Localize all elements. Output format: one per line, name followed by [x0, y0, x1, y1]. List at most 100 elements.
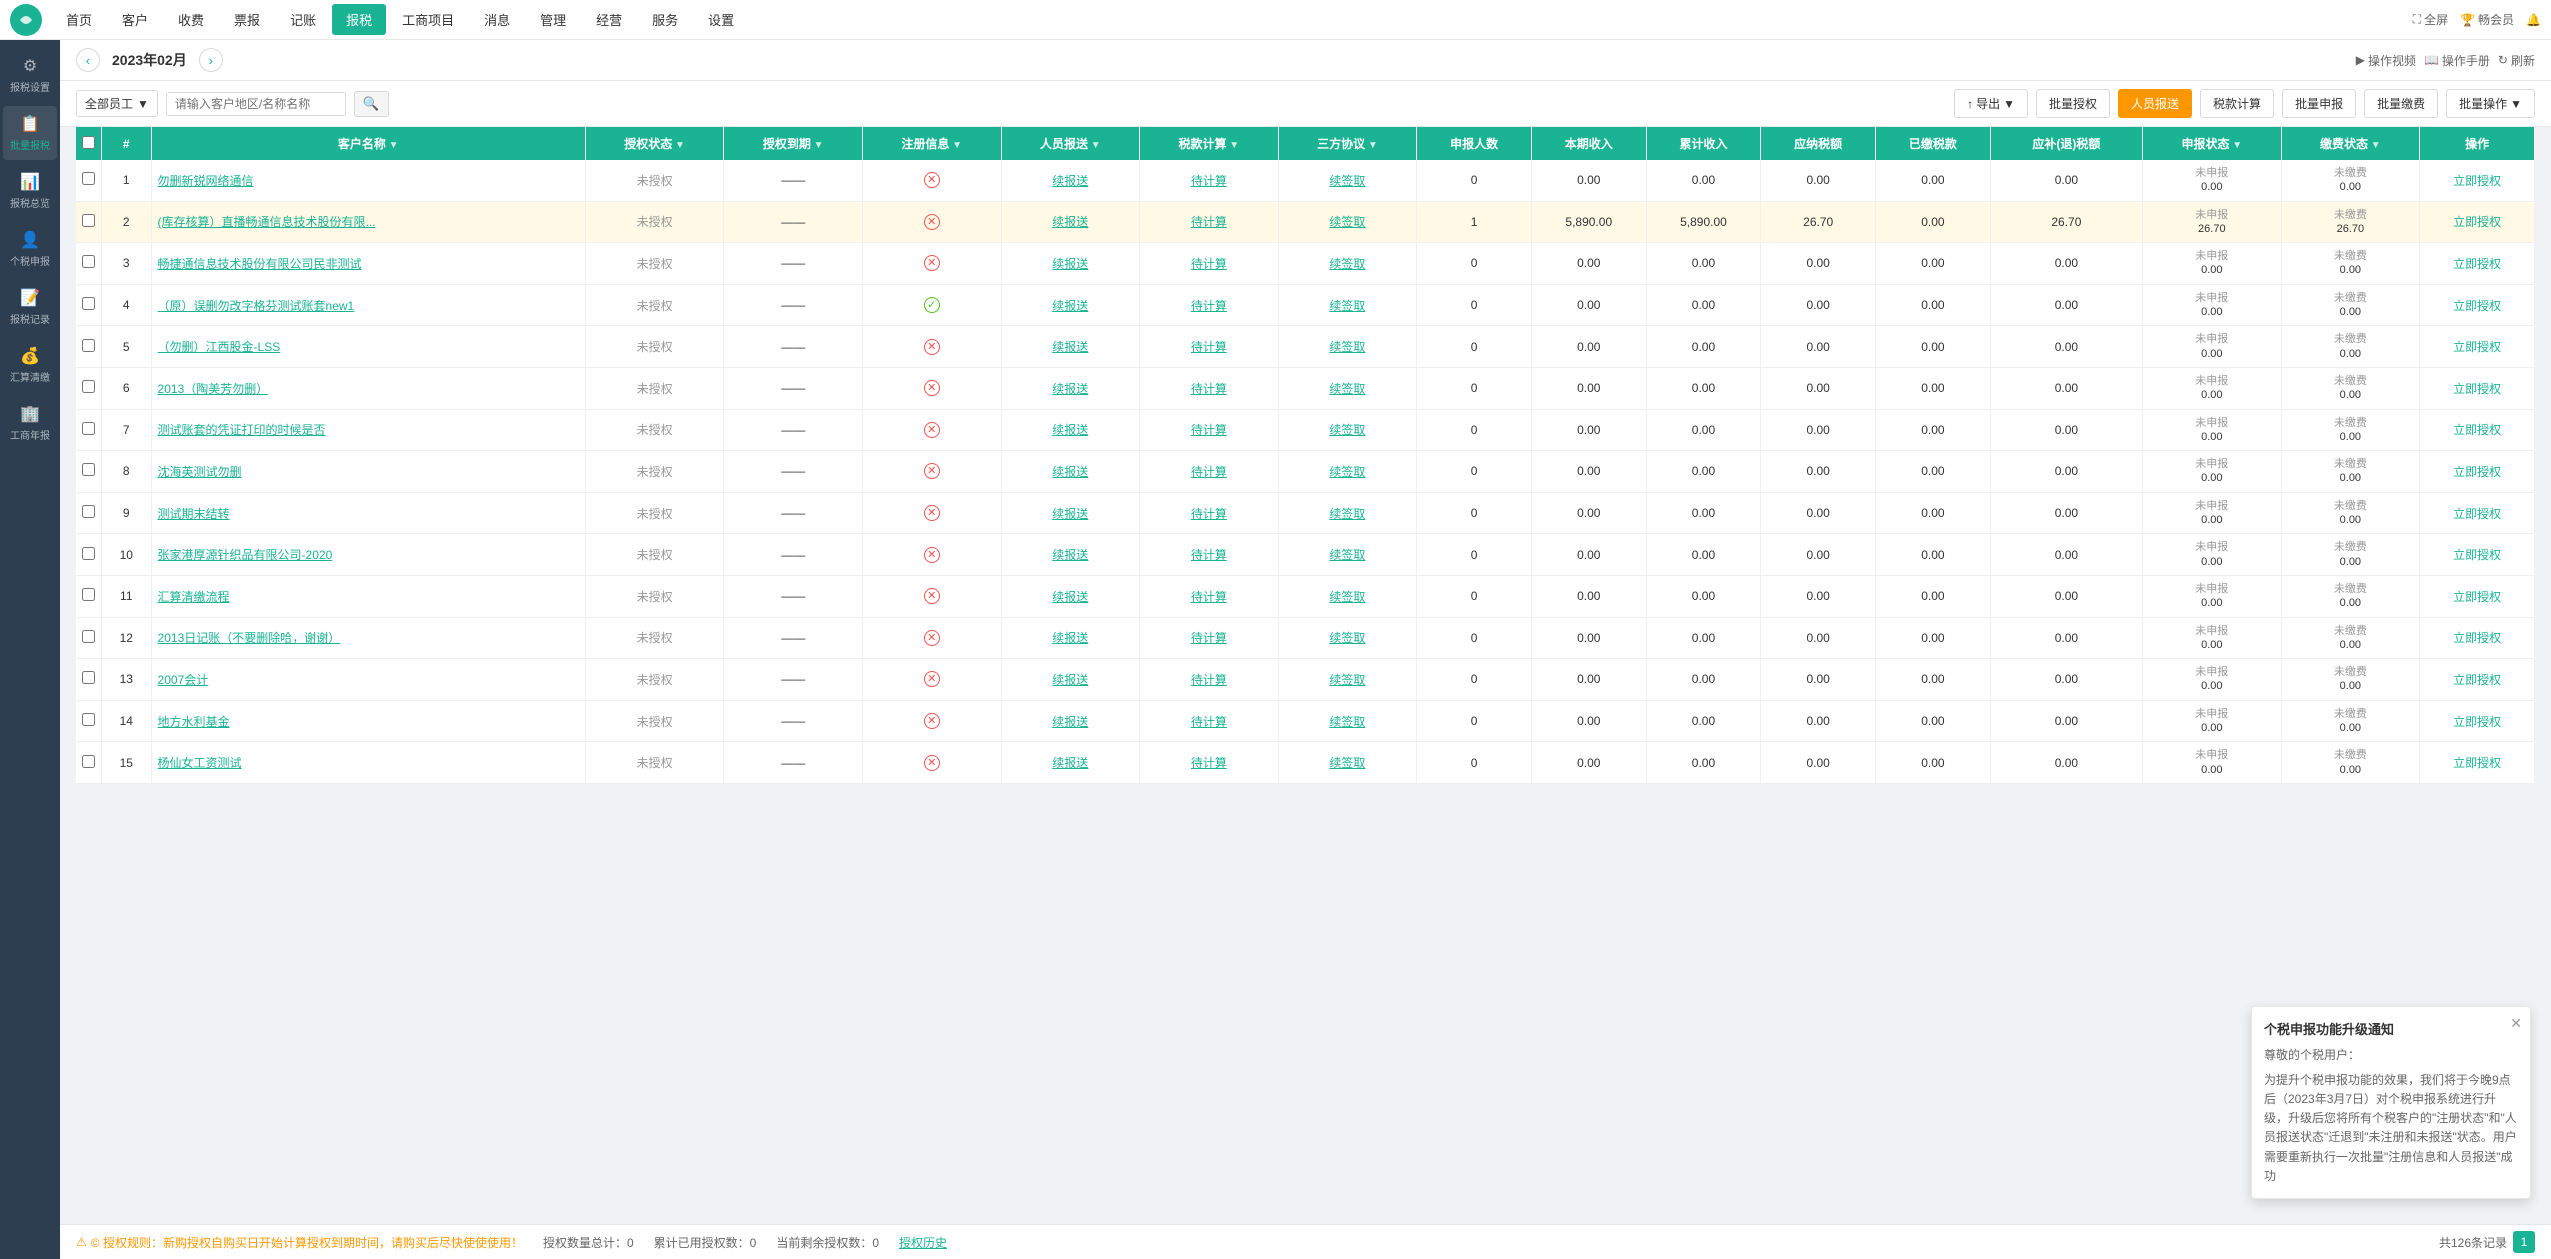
- nav-business[interactable]: 工商项目: [388, 4, 468, 35]
- triparty-link[interactable]: 续签取: [1329, 715, 1365, 729]
- fullscreen-btn[interactable]: ⛶ 全屏: [2413, 11, 2448, 28]
- customer-name-link[interactable]: 张家港厚源针织品有限公司-2020: [158, 548, 333, 562]
- row-checkbox[interactable]: [82, 297, 95, 310]
- action-auth-link[interactable]: 立即授权: [2453, 299, 2501, 313]
- tax-calc-link[interactable]: 待计算: [1191, 673, 1227, 687]
- action-auth-link[interactable]: 立即授权: [2453, 507, 2501, 521]
- tax-calc-link[interactable]: 待计算: [1191, 423, 1227, 437]
- action-auth-link[interactable]: 立即授权: [2453, 548, 2501, 562]
- person-report-link[interactable]: 续报送: [1052, 257, 1088, 271]
- action-auth-link[interactable]: 立即授权: [2453, 382, 2501, 396]
- action-auth-link[interactable]: 立即授权: [2453, 673, 2501, 687]
- sidebar-item-annual-report[interactable]: 🏢 工商年报: [3, 396, 57, 450]
- person-report-link[interactable]: 续报送: [1052, 548, 1088, 562]
- action-auth-link[interactable]: 立即授权: [2453, 340, 2501, 354]
- row-checkbox[interactable]: [82, 713, 95, 726]
- triparty-link[interactable]: 续签取: [1329, 465, 1365, 479]
- th-report-status[interactable]: 申报状态: [2143, 127, 2282, 160]
- person-report-link[interactable]: 续报送: [1052, 174, 1088, 188]
- customer-name-link[interactable]: （勿删）江西股金-LSS: [158, 340, 281, 354]
- nav-tax[interactable]: 报税: [332, 4, 386, 35]
- notification-btn[interactable]: 🔔: [2526, 13, 2541, 27]
- triparty-link[interactable]: 续签取: [1329, 507, 1365, 521]
- tax-calc-link[interactable]: 待计算: [1191, 257, 1227, 271]
- customer-name-link[interactable]: 勿删新锐网络通信: [158, 174, 254, 188]
- customer-name-link[interactable]: 地方水利基金: [158, 715, 230, 729]
- popup-close-btn[interactable]: ✕: [2510, 1015, 2522, 1032]
- customer-name-link[interactable]: 2013（陶美芳勿删）: [158, 382, 269, 396]
- action-auth-link[interactable]: 立即授权: [2453, 590, 2501, 604]
- sidebar-item-tax-settings[interactable]: ⚙ 报税设置: [3, 48, 57, 102]
- customer-name-link[interactable]: 汇算清缴流程: [158, 590, 230, 604]
- customer-name-link[interactable]: 杨仙女工资测试: [158, 756, 242, 770]
- person-report-link[interactable]: 续报送: [1052, 631, 1088, 645]
- th-fee-status[interactable]: 缴费状态: [2281, 127, 2420, 160]
- nav-customer[interactable]: 客户: [108, 4, 162, 35]
- tax-calc-link[interactable]: 待计算: [1191, 215, 1227, 229]
- person-report-btn[interactable]: 人员报送: [2118, 89, 2192, 118]
- tax-calc-link[interactable]: 待计算: [1191, 382, 1227, 396]
- customer-name-link[interactable]: 2007会计: [158, 673, 209, 687]
- nav-service[interactable]: 服务: [638, 4, 692, 35]
- nav-invoice[interactable]: 票报: [220, 4, 274, 35]
- triparty-link[interactable]: 续签取: [1329, 299, 1365, 313]
- customer-name-link[interactable]: 测试期末结转: [158, 507, 230, 521]
- row-checkbox[interactable]: [82, 630, 95, 643]
- person-report-link[interactable]: 续报送: [1052, 590, 1088, 604]
- next-month-btn[interactable]: ›: [199, 48, 223, 72]
- person-report-link[interactable]: 续报送: [1052, 215, 1088, 229]
- action-auth-link[interactable]: 立即授权: [2453, 215, 2501, 229]
- batch-ops-btn[interactable]: 批量操作 ▼: [2446, 89, 2535, 118]
- tax-calc-link[interactable]: 待计算: [1191, 715, 1227, 729]
- customer-name-link[interactable]: 2013日记账（不要删除哈，谢谢）: [158, 631, 341, 645]
- sidebar-item-tax-overview[interactable]: 📊 报税总览: [3, 164, 57, 218]
- action-auth-link[interactable]: 立即授权: [2453, 257, 2501, 271]
- customer-name-link[interactable]: (库存核算）直播畅通信息技术股份有限...: [158, 215, 376, 229]
- nav-home[interactable]: 首页: [52, 4, 106, 35]
- sidebar-item-tax-records[interactable]: 📝 报税记录: [3, 280, 57, 334]
- th-tax-calc[interactable]: 税款计算: [1140, 127, 1279, 160]
- batch-tax-btn[interactable]: 批量缴费: [2364, 89, 2438, 118]
- th-name[interactable]: 客户名称: [151, 127, 585, 160]
- nav-settings[interactable]: 设置: [694, 4, 748, 35]
- tax-calc-link[interactable]: 待计算: [1191, 465, 1227, 479]
- person-report-link[interactable]: 续报送: [1052, 465, 1088, 479]
- th-auth-status[interactable]: 授权状态: [585, 127, 724, 160]
- person-report-link[interactable]: 续报送: [1052, 756, 1088, 770]
- tax-calc-link[interactable]: 待计算: [1191, 174, 1227, 188]
- customer-name-link[interactable]: 畅捷通信息技术股份有限公司民非测试: [158, 257, 362, 271]
- row-checkbox[interactable]: [82, 214, 95, 227]
- tax-calc-btn[interactable]: 税款计算: [2200, 89, 2274, 118]
- row-checkbox[interactable]: [82, 380, 95, 393]
- select-all-checkbox[interactable]: [82, 136, 95, 149]
- tax-calc-link[interactable]: 待计算: [1191, 590, 1227, 604]
- customer-name-link[interactable]: （原）误删勿改字格芬测试账套new1: [158, 299, 355, 313]
- nav-management[interactable]: 管理: [526, 4, 580, 35]
- th-auth-expire[interactable]: 授权到期: [724, 127, 863, 160]
- row-checkbox[interactable]: [82, 755, 95, 768]
- refresh-btn[interactable]: ↻ 刷新: [2498, 52, 2535, 69]
- tax-calc-link[interactable]: 待计算: [1191, 548, 1227, 562]
- triparty-link[interactable]: 续签取: [1329, 590, 1365, 604]
- triparty-link[interactable]: 续签取: [1329, 340, 1365, 354]
- th-person-report[interactable]: 人员报送: [1001, 127, 1140, 160]
- employee-filter[interactable]: 全部员工 ▼: [76, 90, 158, 117]
- nav-billing[interactable]: 收费: [164, 4, 218, 35]
- triparty-link[interactable]: 续签取: [1329, 257, 1365, 271]
- row-checkbox[interactable]: [82, 505, 95, 518]
- tax-calc-link[interactable]: 待计算: [1191, 507, 1227, 521]
- triparty-link[interactable]: 续签取: [1329, 423, 1365, 437]
- triparty-link[interactable]: 续签取: [1329, 174, 1365, 188]
- triparty-link[interactable]: 续签取: [1329, 548, 1365, 562]
- search-button[interactable]: 🔍: [354, 91, 389, 117]
- auth-history-link[interactable]: 授权历史: [899, 1234, 947, 1251]
- person-report-link[interactable]: 续报送: [1052, 299, 1088, 313]
- sidebar-item-batch-tax[interactable]: 📋 批量报税: [3, 106, 57, 160]
- operation-manual-link[interactable]: 📖 操作手册: [2424, 52, 2490, 69]
- row-checkbox[interactable]: [82, 255, 95, 268]
- member-btn[interactable]: 🏆 畅会员: [2460, 11, 2514, 28]
- person-report-link[interactable]: 续报送: [1052, 382, 1088, 396]
- action-auth-link[interactable]: 立即授权: [2453, 756, 2501, 770]
- action-auth-link[interactable]: 立即授权: [2453, 423, 2501, 437]
- triparty-link[interactable]: 续签取: [1329, 673, 1365, 687]
